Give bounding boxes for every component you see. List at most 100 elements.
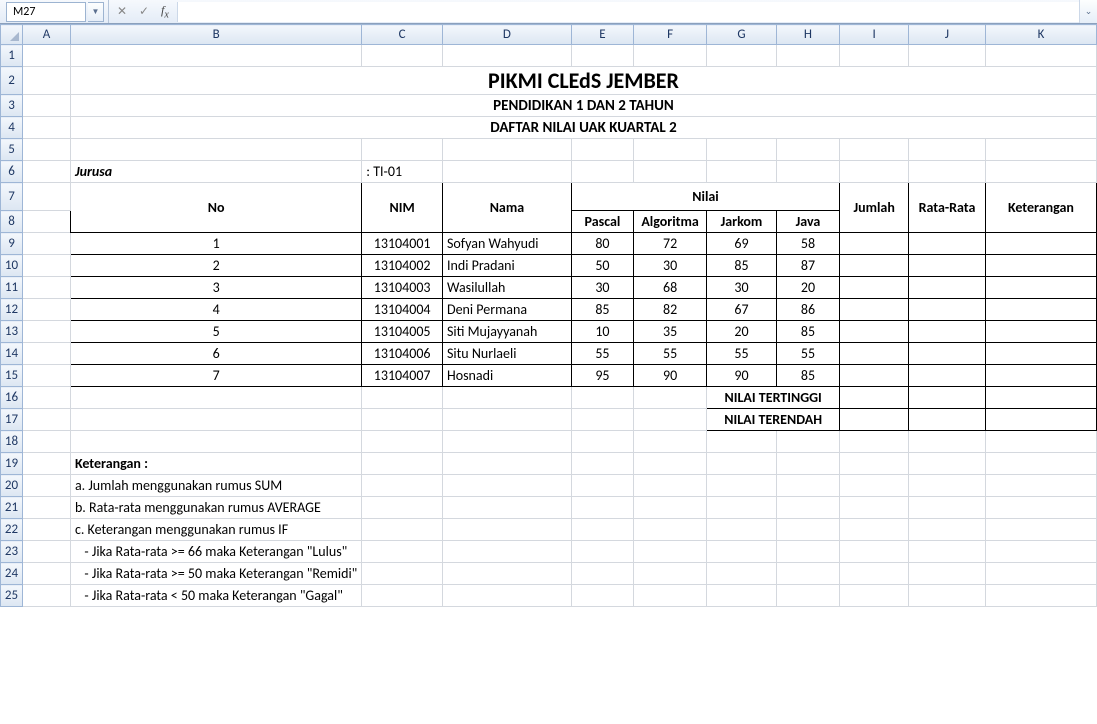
cell[interactable] [707,161,777,183]
cell[interactable] [571,139,633,161]
cell[interactable] [776,563,839,585]
cell[interactable] [909,585,986,607]
cell-no[interactable]: 2 [70,255,361,277]
cell[interactable] [909,541,986,563]
cell[interactable] [634,497,707,519]
cell[interactable] [840,453,909,475]
cell[interactable] [840,387,909,409]
cell[interactable] [362,453,443,475]
cell[interactable] [909,161,986,183]
hdr-algoritma[interactable]: Algoritma [634,211,707,233]
cell[interactable] [442,45,571,67]
cell-ket[interactable] [985,321,1096,343]
cell-jarkom[interactable]: 20 [707,321,777,343]
cell[interactable] [985,519,1096,541]
cell[interactable] [707,541,777,563]
cell[interactable] [707,497,777,519]
cell[interactable] [840,541,909,563]
cell-jumlah[interactable] [840,365,909,387]
cell[interactable] [634,563,707,585]
col-header-A[interactable]: A [22,25,70,45]
col-header-C[interactable]: C [362,25,443,45]
select-all-corner[interactable] [1,25,23,45]
cell[interactable] [909,409,986,431]
cell-nim[interactable]: 13104007 [362,365,443,387]
cell[interactable] [776,139,839,161]
cell[interactable] [571,409,633,431]
cell-java[interactable]: 86 [776,299,839,321]
cell[interactable] [840,497,909,519]
cell-nim[interactable]: 13104001 [362,233,443,255]
cell-alg[interactable]: 55 [634,343,707,365]
cell[interactable] [840,519,909,541]
col-header-I[interactable]: I [840,25,909,45]
cell[interactable] [840,563,909,585]
cell[interactable] [707,519,777,541]
cell-nim[interactable]: 13104006 [362,343,443,365]
cell-jarkom[interactable]: 55 [707,343,777,365]
row-header-5[interactable]: 5 [1,139,23,161]
cell[interactable] [22,431,70,453]
cell[interactable] [442,139,571,161]
cell-pascal[interactable]: 80 [571,233,633,255]
cell[interactable] [634,45,707,67]
cell[interactable] [362,519,443,541]
cell[interactable] [22,277,70,299]
cell[interactable] [70,45,361,67]
row-header-1[interactable]: 1 [1,45,23,67]
col-header-F[interactable]: F [634,25,707,45]
cell-jarkom[interactable]: 85 [707,255,777,277]
cell[interactable] [707,139,777,161]
row-header-24[interactable]: 24 [1,563,23,585]
cell-pascal[interactable]: 10 [571,321,633,343]
hdr-jarkom[interactable]: Jarkom [707,211,777,233]
cell-nama[interactable]: Siti Mujayyanah [442,321,571,343]
hdr-jumlah[interactable]: Jumlah [840,183,909,233]
col-header-B[interactable]: B [70,25,361,45]
cell[interactable] [22,211,70,233]
cell[interactable] [707,585,777,607]
cell[interactable] [634,409,707,431]
cell[interactable] [22,67,70,95]
cell[interactable] [909,387,986,409]
cell-java[interactable]: 55 [776,343,839,365]
cell-pascal[interactable]: 30 [571,277,633,299]
hdr-nama[interactable]: Nama [442,183,571,233]
row-header-21[interactable]: 21 [1,497,23,519]
row-header-19[interactable]: 19 [1,453,23,475]
cell[interactable] [634,585,707,607]
cell-jumlah[interactable] [840,255,909,277]
cell-no[interactable]: 6 [70,343,361,365]
cell-nim[interactable]: 13104002 [362,255,443,277]
cell[interactable] [776,453,839,475]
row-header-18[interactable]: 18 [1,431,23,453]
cell[interactable] [909,453,986,475]
col-header-H[interactable]: H [776,25,839,45]
cell-nama[interactable]: Hosnadi [442,365,571,387]
cell-nama[interactable]: Situ Nurlaeli [442,343,571,365]
cell[interactable] [22,45,70,67]
cell[interactable] [362,45,443,67]
cell[interactable] [442,453,571,475]
cell[interactable] [571,497,633,519]
cell[interactable] [571,45,633,67]
col-header-K[interactable]: K [985,25,1096,45]
jurusan-value[interactable]: : TI-01 [362,161,443,183]
cell[interactable] [707,475,777,497]
hdr-ket[interactable]: Keterangan [985,183,1096,233]
cell[interactable] [362,475,443,497]
cell[interactable] [362,431,443,453]
cell[interactable] [362,139,443,161]
cell-alg[interactable]: 30 [634,255,707,277]
cell-jarkom[interactable]: 90 [707,365,777,387]
cell-nama[interactable]: Sofyan Wahyudi [442,233,571,255]
cell[interactable] [362,585,443,607]
cell[interactable] [985,563,1096,585]
cell-ket[interactable] [985,343,1096,365]
cell-rata[interactable] [909,365,986,387]
cell[interactable] [362,563,443,585]
cell[interactable] [776,475,839,497]
cell[interactable] [985,453,1096,475]
fx-icon[interactable]: fx [157,3,173,20]
cell[interactable] [22,475,70,497]
